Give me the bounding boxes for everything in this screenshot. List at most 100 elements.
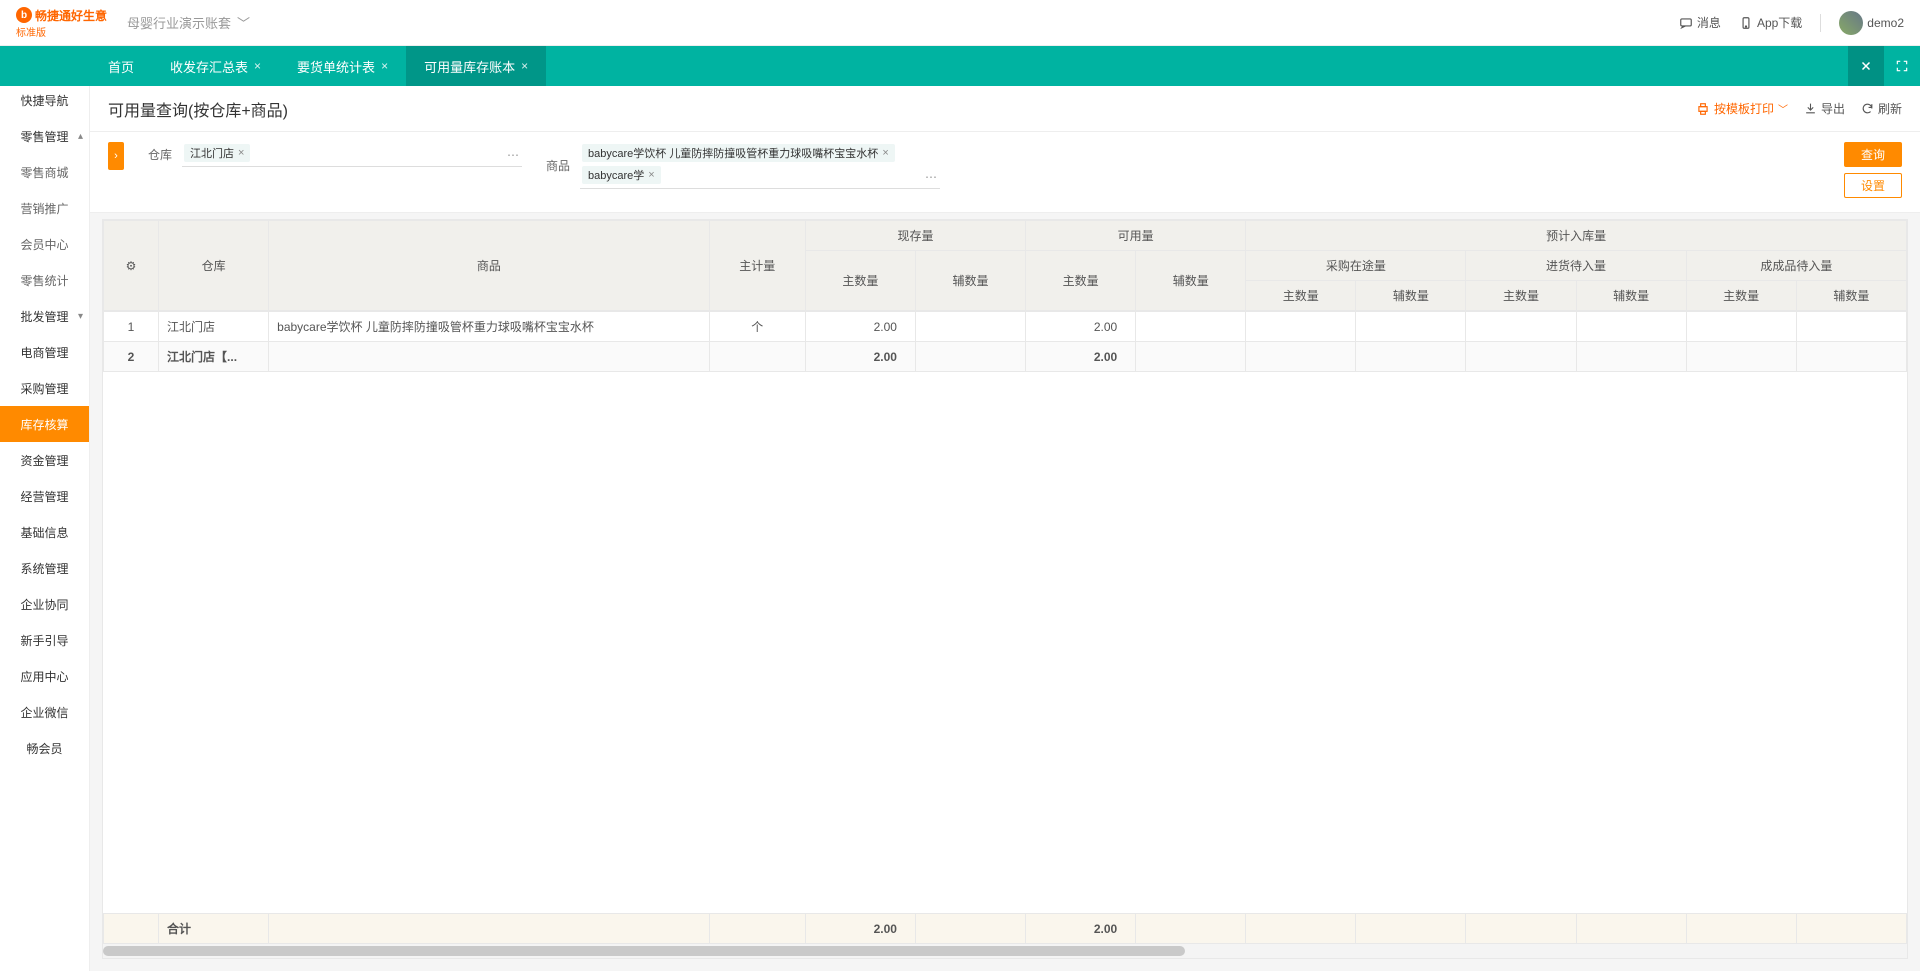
more-icon[interactable]: ⋯: [507, 148, 520, 162]
sidebar-item[interactable]: 应用中心: [0, 658, 89, 694]
sidebar-item[interactable]: 企业微信: [0, 694, 89, 730]
col-warehouse[interactable]: 仓库: [159, 221, 269, 311]
col-available: 可用量: [1026, 221, 1246, 251]
collapse-filter-button[interactable]: ›: [108, 142, 124, 170]
sidebar-item[interactable]: 采购管理: [0, 370, 89, 406]
sidebar-item[interactable]: 营销推广: [0, 190, 89, 226]
print-template-button[interactable]: 按模板打印 ﹀: [1696, 100, 1788, 117]
col-fp-main[interactable]: 主数量: [1686, 281, 1796, 311]
sidebar-item[interactable]: 快捷导航: [0, 82, 89, 118]
logo-icon: b: [16, 7, 32, 23]
sidebar-item[interactable]: 库存核算: [0, 406, 89, 442]
export-icon: [1804, 102, 1817, 115]
col-expected-in: 预计入库量: [1246, 221, 1907, 251]
messages-label: 消息: [1697, 14, 1721, 31]
footer-stock-main: 2.00: [805, 914, 915, 944]
cell: [1136, 312, 1246, 342]
col-pt-aux[interactable]: 辅数量: [1356, 281, 1466, 311]
col-gp-main[interactable]: 主数量: [1466, 281, 1576, 311]
cell: [1246, 312, 1356, 342]
cell: [1466, 312, 1576, 342]
filter-tag[interactable]: babycare学饮杯 儿童防摔防撞吸管杯重力球吸嘴杯宝宝水杯 ×: [582, 144, 895, 162]
tab[interactable]: 可用量库存账本 ×: [406, 46, 546, 86]
col-avail-main[interactable]: 主数量: [1026, 251, 1136, 311]
col-unit[interactable]: 主计量: [709, 221, 805, 311]
edition-badge: 标准版: [16, 24, 46, 39]
col-avail-aux[interactable]: 辅数量: [1136, 251, 1246, 311]
more-icon[interactable]: ⋯: [925, 170, 938, 184]
remove-tag-icon[interactable]: ×: [648, 169, 654, 181]
fullscreen-button[interactable]: [1884, 46, 1920, 86]
page-title: 可用量查询(按仓库+商品): [108, 97, 288, 121]
tab[interactable]: 首页: [90, 46, 152, 86]
remove-tag-icon[interactable]: ×: [238, 147, 244, 159]
sidebar-item[interactable]: 基础信息: [0, 514, 89, 550]
scrollbar-thumb[interactable]: [103, 946, 1185, 956]
table-row[interactable]: 2江北门店【...2.002.00: [104, 342, 1907, 372]
tab[interactable]: 要货单统计表×: [279, 46, 406, 86]
cell: babycare学饮杯 儿童防摔防撞吸管杯重力球吸嘴杯宝宝水杯: [269, 312, 709, 342]
col-stock-main[interactable]: 主数量: [805, 251, 915, 311]
remove-tag-icon[interactable]: ×: [882, 147, 888, 159]
export-button[interactable]: 导出: [1804, 100, 1845, 117]
brand-text: 畅捷通好生意: [35, 7, 107, 24]
tab-label: 首页: [108, 57, 134, 76]
settings-button[interactable]: 设置: [1844, 173, 1902, 198]
cell: [269, 342, 709, 372]
avatar: [1839, 11, 1863, 35]
close-all-tabs-button[interactable]: [1848, 46, 1884, 86]
tab-label: 可用量库存账本: [424, 57, 515, 76]
table-body-scroll[interactable]: 1江北门店babycare学饮杯 儿童防摔防撞吸管杯重力球吸嘴杯宝宝水杯个2.0…: [103, 311, 1907, 913]
product-tag-input[interactable]: babycare学饮杯 儿童防摔防撞吸管杯重力球吸嘴杯宝宝水杯×babycare…: [580, 142, 940, 189]
cell: 1: [104, 312, 159, 342]
tab[interactable]: 收发存汇总表×: [152, 46, 279, 86]
cell: [1686, 342, 1796, 372]
column-settings-button[interactable]: ⚙: [104, 221, 159, 311]
sidebar-item[interactable]: 零售统计: [0, 262, 89, 298]
sidebar-item[interactable]: 新手引导: [0, 622, 89, 658]
sidebar-item[interactable]: 零售管理▴: [0, 118, 89, 154]
org-selector[interactable]: 母婴行业演示账套 ﹀: [127, 13, 250, 32]
refresh-button[interactable]: 刷新: [1861, 100, 1902, 117]
close-icon[interactable]: ×: [521, 59, 528, 73]
cell: 2.00: [1026, 342, 1136, 372]
close-icon[interactable]: ×: [254, 59, 261, 73]
cell: 2.00: [805, 312, 915, 342]
username-label: demo2: [1867, 16, 1904, 30]
close-icon[interactable]: ×: [381, 59, 388, 73]
print-label: 按模板打印: [1714, 100, 1774, 117]
sidebar-item[interactable]: 会员中心: [0, 226, 89, 262]
filter-tag[interactable]: 江北门店 ×: [184, 144, 250, 162]
sidebar-item[interactable]: 畅会员: [0, 730, 89, 766]
user-menu[interactable]: demo2: [1839, 11, 1904, 35]
sidebar-item[interactable]: 经营管理: [0, 478, 89, 514]
query-button[interactable]: 查询: [1844, 142, 1902, 167]
col-product[interactable]: 商品: [269, 221, 709, 311]
col-pt-main[interactable]: 主数量: [1246, 281, 1356, 311]
sidebar-item[interactable]: 企业协同: [0, 586, 89, 622]
filter-bar: › 仓库 江北门店×⋯ 商品 babycare学饮杯 儿童防摔防撞吸管杯重力球吸…: [90, 132, 1920, 213]
sidebar-item[interactable]: 资金管理: [0, 442, 89, 478]
app-download-link[interactable]: App下载: [1739, 14, 1802, 31]
col-gp-aux[interactable]: 辅数量: [1576, 281, 1686, 311]
table-row[interactable]: 1江北门店babycare学饮杯 儿童防摔防撞吸管杯重力球吸嘴杯宝宝水杯个2.0…: [104, 312, 1907, 342]
col-stock-aux[interactable]: 辅数量: [915, 251, 1025, 311]
filter-tag[interactable]: babycare学×: [582, 166, 661, 184]
horizontal-scrollbar[interactable]: [103, 944, 1907, 958]
col-fp-aux[interactable]: 辅数量: [1796, 281, 1906, 311]
tabs-bar: 首页收发存汇总表×要货单统计表× 可用量库存账本 ×: [0, 46, 1920, 86]
messages-link[interactable]: 消息: [1679, 14, 1721, 31]
tag-text: babycare学饮杯 儿童防摔防撞吸管杯重力球吸嘴杯宝宝水杯: [588, 145, 878, 161]
table-header: ⚙ 仓库 商品 主计量 现存量 可用量 预计入库量 主数量 辅数量 主数量 辅数…: [103, 220, 1907, 311]
app-download-label: App下载: [1757, 14, 1802, 31]
product-label: 商品: [542, 157, 570, 174]
tag-text: 江北门店: [190, 145, 234, 161]
page-header: 可用量查询(按仓库+商品) 按模板打印 ﹀ 导出 刷新: [90, 86, 1920, 132]
sidebar-item[interactable]: 批发管理▾: [0, 298, 89, 334]
warehouse-tag-input[interactable]: 江北门店 × ⋯: [182, 142, 522, 167]
sidebar-item[interactable]: 电商管理: [0, 334, 89, 370]
sidebar-item[interactable]: 零售商城: [0, 154, 89, 190]
logo: b畅捷通好生意 标准版: [16, 7, 107, 39]
sidebar-item[interactable]: 系统管理: [0, 550, 89, 586]
refresh-label: 刷新: [1878, 100, 1902, 117]
